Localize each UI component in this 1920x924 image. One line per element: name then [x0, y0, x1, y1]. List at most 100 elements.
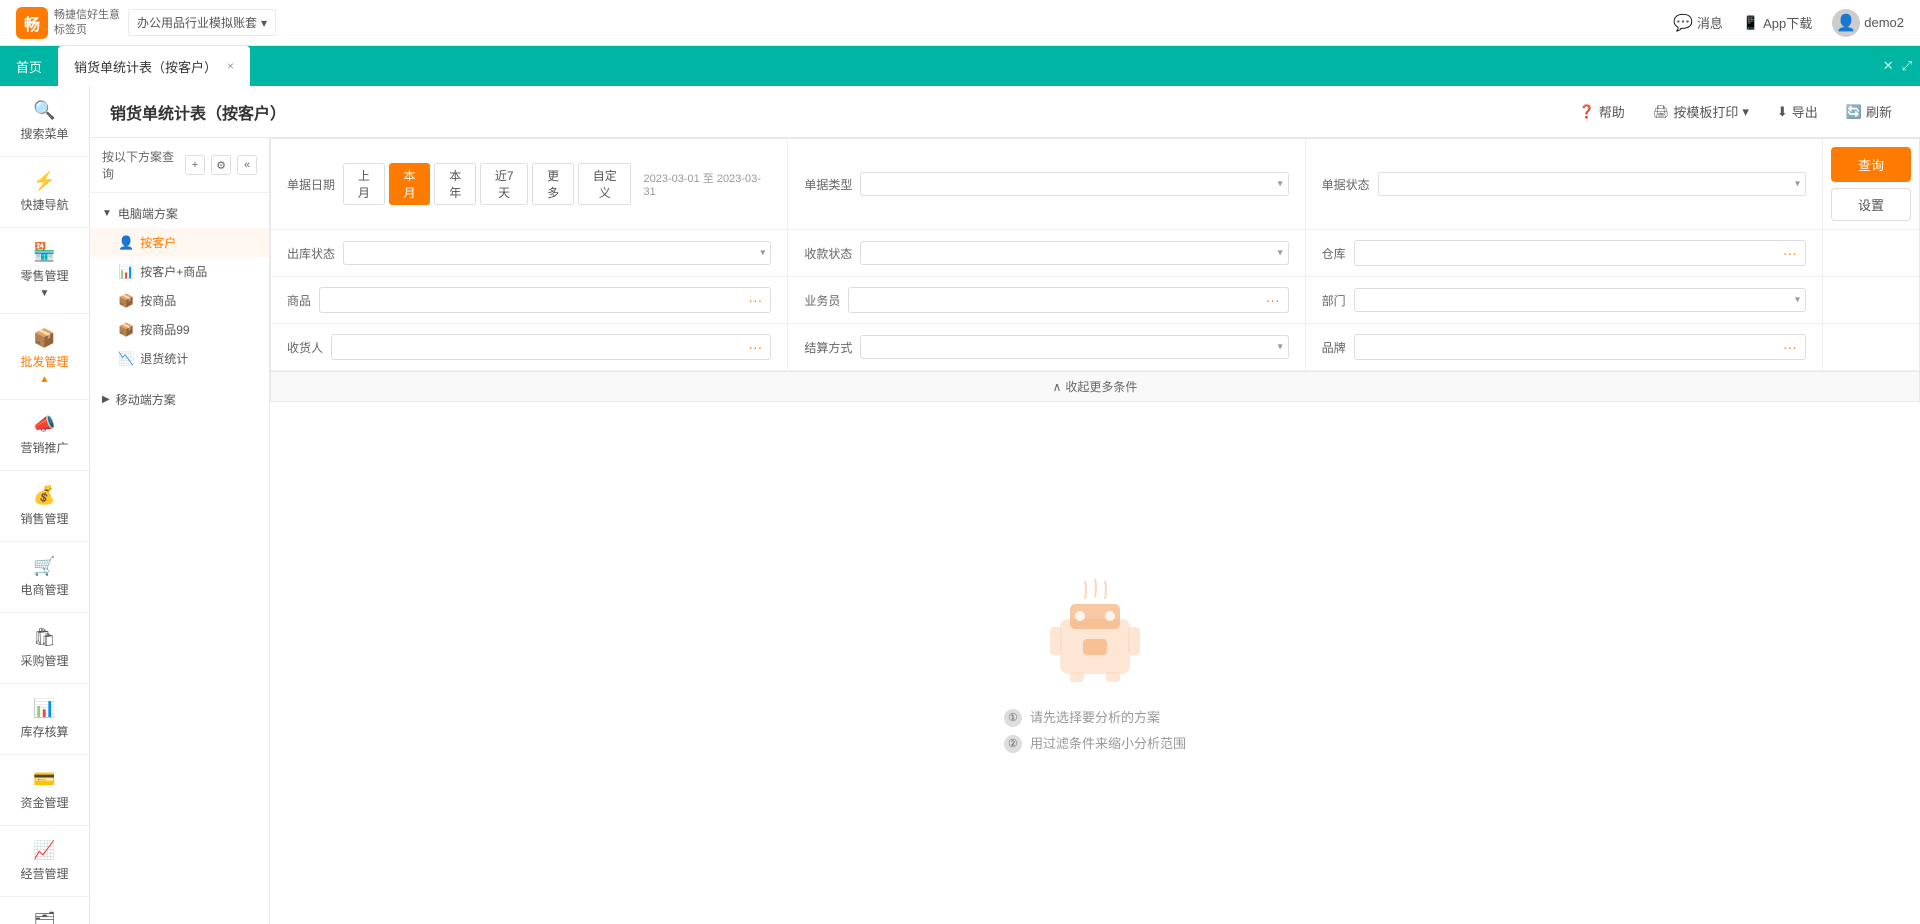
- sidebar-item-marketing[interactable]: 📣 营销推广: [0, 400, 89, 471]
- home-tab[interactable]: 首页: [0, 46, 58, 86]
- app-download-button[interactable]: 📱 App下载: [1743, 13, 1812, 32]
- scheme-item-icon: 📦: [118, 293, 134, 309]
- doc-type-select-container: [860, 172, 1288, 196]
- scheme-settings-button[interactable]: ⚙: [211, 155, 231, 175]
- receipt-status-select[interactable]: [860, 241, 1288, 265]
- expand-icon: ▼: [40, 288, 50, 299]
- date-btn-7days[interactable]: 近7天: [480, 163, 528, 205]
- warehouse-select-button[interactable]: ···: [1783, 245, 1797, 261]
- brand-label: 品牌: [1322, 339, 1346, 356]
- sidebar-item-sales[interactable]: 💰 销售管理: [0, 471, 89, 542]
- tab-close-button[interactable]: ×: [227, 59, 234, 73]
- message-button[interactable]: 💬 消息: [1673, 13, 1723, 33]
- empty-state: ① 请先选择要分析的方案 ② 用过滤条件来缩小分析范围: [270, 402, 1920, 924]
- collapse-scheme-panel-button[interactable]: «: [237, 155, 257, 175]
- scheme-panel-header: 按以下方案查询 + ⚙ «: [90, 138, 269, 193]
- date-btn-this-month[interactable]: 本月: [389, 163, 431, 205]
- goods-select-button[interactable]: ···: [748, 292, 762, 308]
- sidebar-item-retail[interactable]: 🏪 零售管理 ▼: [0, 228, 89, 314]
- out-status-select[interactable]: [343, 241, 771, 265]
- date-btn-last-month[interactable]: 上月: [343, 163, 385, 205]
- empty-state-icon: [1035, 569, 1155, 689]
- sidebar-item-quick-nav[interactable]: ⚡ 快捷导航: [0, 157, 89, 228]
- print-button[interactable]: 🖨 按模板打印 ▾: [1645, 98, 1757, 125]
- purchase-icon: 🛍: [33, 627, 56, 648]
- receipt-status-select-container: [860, 241, 1288, 265]
- scheme-item-by-goods99[interactable]: 📦 按商品99: [90, 315, 269, 344]
- wholesale-icon: 📦: [33, 328, 55, 349]
- receiver-select-button[interactable]: ···: [748, 339, 762, 355]
- scheme-item-by-customer[interactable]: 👤 按客户: [90, 228, 269, 257]
- warehouse-label: 仓库: [1322, 245, 1346, 262]
- collapse-filter-button[interactable]: ∧ 收起更多条件: [271, 371, 1919, 401]
- company-select[interactable]: 办公用品行业模拟账套 ▾: [128, 9, 276, 36]
- scheme-item-icon: 📦: [118, 322, 134, 338]
- date-btn-custom[interactable]: 自定义: [578, 163, 632, 205]
- goods-input-container: ···: [319, 287, 771, 313]
- help-icon: ❓: [1579, 104, 1595, 120]
- quick-nav-icon: ⚡: [33, 171, 55, 192]
- date-selector: 上月 本月 本年 近7天 更多 自定义 2023-03-01 至 2023-03…: [343, 163, 771, 205]
- empty-state-tips: ① 请先选择要分析的方案 ② 用过滤条件来缩小分析范围: [1004, 705, 1186, 757]
- chevron-down-icon: ▾: [261, 16, 267, 30]
- scheme-panel: 按以下方案查询 + ⚙ « ▼ 电脑端方案 👤 按客户: [90, 138, 270, 924]
- scheme-item-icon: 👤: [118, 235, 134, 251]
- print-icon: 🖨: [1653, 104, 1670, 120]
- doc-type-select[interactable]: [860, 172, 1288, 196]
- marketing-icon: 📣: [33, 414, 55, 435]
- sidebar-item-ecom[interactable]: 🛒 电商管理: [0, 542, 89, 613]
- date-range-display: 2023-03-01 至 2023-03-31: [643, 170, 771, 198]
- date-btn-this-year[interactable]: 本年: [434, 163, 476, 205]
- sidebar-item-ops[interactable]: 📈 经营管理: [0, 826, 89, 897]
- scheme-item-by-customer-goods[interactable]: 📊 按客户+商品: [90, 257, 269, 286]
- sidebar: 🔍 搜索菜单 ⚡ 快捷导航 🏪 零售管理 ▼ 📦 批发管理 ▲ 📣 营销推广 💰…: [0, 86, 90, 924]
- export-button[interactable]: ⬇ 导出: [1769, 98, 1826, 125]
- maximize-window-icon[interactable]: ⤢: [1902, 58, 1912, 74]
- brand-select-button[interactable]: ···: [1783, 339, 1797, 355]
- help-button[interactable]: ❓ 帮助: [1571, 98, 1633, 125]
- close-window-icon[interactable]: ✕: [1883, 58, 1894, 74]
- message-icon: 💬: [1673, 13, 1693, 33]
- scheme-item-return-stats[interactable]: 📉 退货统计: [90, 344, 269, 373]
- sidebar-item-finance[interactable]: 💳 资金管理: [0, 755, 89, 826]
- scheme-group-desktop: ▼ 电脑端方案 👤 按客户 📊 按客户+商品 📦 按商品: [90, 193, 269, 379]
- date-filter-label: 单据日期: [287, 176, 335, 193]
- sidebar-item-purchase[interactable]: 🛍 采购管理: [0, 613, 89, 684]
- empty-tip-1: ① 请先选择要分析的方案: [1004, 705, 1186, 731]
- logo-icon: 畅: [16, 7, 48, 39]
- active-tab[interactable]: 销货单统计表（按客户） ×: [58, 46, 250, 86]
- sidebar-item-search-menu[interactable]: 🔍 搜索菜单: [0, 86, 89, 157]
- filter-and-results: 单据日期 上月 本月 本年 近7天 更多 自定义 2023-03-01 至 20…: [270, 138, 1920, 924]
- sidebar-item-base[interactable]: 🗂 基础信息: [0, 897, 89, 924]
- doc-status-label: 单据状态: [1322, 176, 1370, 193]
- refresh-button[interactable]: 🔄 刷新: [1838, 98, 1900, 125]
- query-button[interactable]: 查询: [1831, 147, 1911, 182]
- date-btn-more[interactable]: 更多: [532, 163, 574, 205]
- logo-area: 畅 畅捷信好生意 标签页: [16, 7, 120, 39]
- settle-method-select[interactable]: [860, 335, 1288, 359]
- salesperson-input-container: ···: [848, 287, 1288, 313]
- scheme-item-by-goods[interactable]: 📦 按商品: [90, 286, 269, 315]
- settle-method-label: 结算方式: [804, 339, 852, 356]
- expand-arrow-icon: ▼: [102, 208, 112, 219]
- goods-label: 商品: [287, 292, 311, 309]
- scheme-group-desktop-title[interactable]: ▼ 电脑端方案: [90, 199, 269, 228]
- expand-icon: ▲: [40, 374, 50, 385]
- scheme-group-mobile-title[interactable]: ▶ 移动端方案: [90, 385, 269, 414]
- page-title: 销货单统计表（按客户）: [110, 100, 286, 124]
- brand-input-container: ···: [1354, 334, 1806, 360]
- doc-status-select[interactable]: [1378, 172, 1806, 196]
- content-with-panel: 按以下方案查询 + ⚙ « ▼ 电脑端方案 👤 按客户: [90, 138, 1920, 924]
- add-scheme-button[interactable]: +: [185, 155, 205, 175]
- user-menu[interactable]: 👤 demo2: [1832, 9, 1904, 37]
- salesperson-select-button[interactable]: ···: [1266, 292, 1280, 308]
- settle-method-select-container: [860, 335, 1288, 359]
- settings-button[interactable]: 设置: [1831, 188, 1911, 221]
- sidebar-item-wholesale[interactable]: 📦 批发管理 ▲: [0, 314, 89, 400]
- retail-icon: 🏪: [33, 242, 55, 263]
- sidebar-item-inventory[interactable]: 📊 库存核算: [0, 684, 89, 755]
- chevron-down-icon: ▾: [1742, 104, 1749, 120]
- logo-text: 畅捷信好生意 标签页: [54, 8, 120, 37]
- warehouse-input-container: ···: [1354, 240, 1806, 266]
- dept-select[interactable]: [1354, 288, 1806, 312]
